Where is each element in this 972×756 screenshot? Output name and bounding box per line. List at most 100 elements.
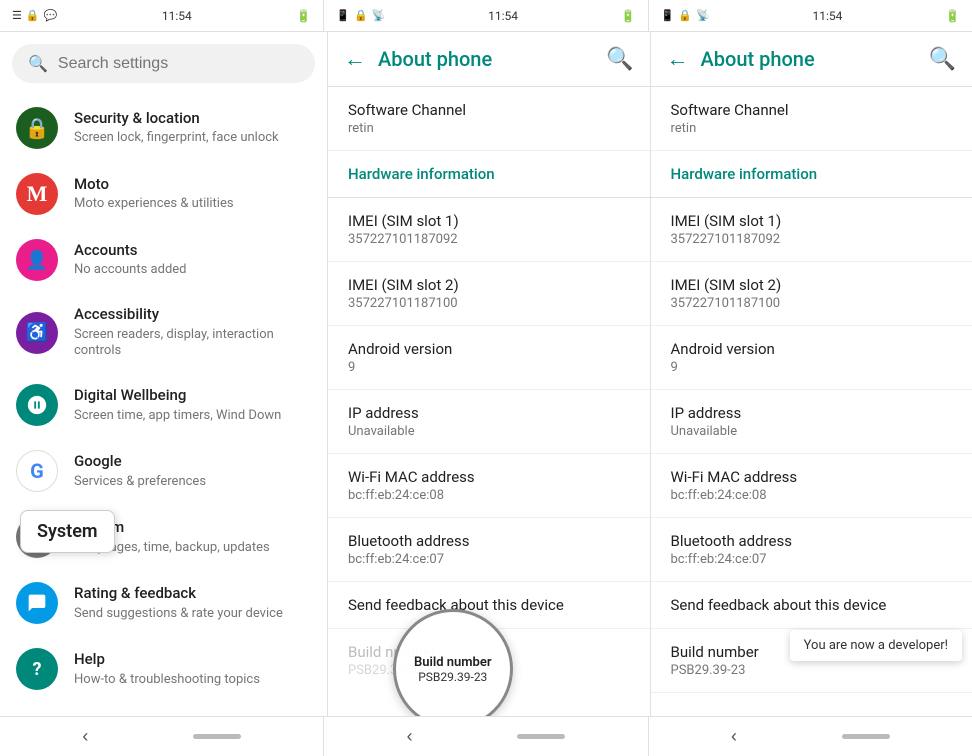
panel1-wifi-mac-value: bc:ff:eb:24:ce:08 (348, 488, 630, 503)
google-item-title: Google (74, 452, 311, 472)
rating-item-icon (16, 582, 58, 624)
panel2-android-label: Android version (671, 340, 953, 358)
nav-back-mid[interactable]: ‹ (407, 726, 413, 747)
nav-section-mid: ‹ (323, 717, 648, 756)
panel2-ip[interactable]: IP address Unavailable (651, 390, 972, 454)
battery-icon-mid: 🔋 (621, 9, 636, 23)
panel2-imei1[interactable]: IMEI (SIM slot 1) 357227101187092 (651, 198, 972, 262)
panel2-imei1-label: IMEI (SIM slot 1) (671, 212, 953, 230)
security-item-icon: 🔒 (16, 107, 58, 149)
security-item-title: Security & location (74, 109, 311, 129)
panel1-send-feedback-label: Send feedback about this device (348, 596, 630, 614)
panel2-wifi-mac-label: Wi-Fi MAC address (671, 468, 953, 486)
search-input[interactable] (58, 55, 299, 73)
panel1-bluetooth[interactable]: Bluetooth address bc:ff:eb:24:ce:07 (328, 518, 650, 582)
status-section-middle: 📱 🔒 📡 11:54 🔋 (323, 0, 648, 31)
panel1-software-channel-value: retin (348, 121, 630, 136)
about-phone-panel-2: ← About phone 🔍 Software Channel retin H… (651, 32, 972, 716)
status-bar: ☰ 🔒 💬 11:54 🔋 📱 🔒 📡 11:54 🔋 📱 🔒 📡 11:54 … (0, 0, 972, 32)
panel1-imei1-label: IMEI (SIM slot 1) (348, 212, 630, 230)
moto-item-icon: M (16, 173, 58, 215)
accounts-item-title: Accounts (74, 241, 311, 261)
search-icon: 🔍 (28, 54, 48, 73)
panel2-back-button[interactable]: ← (667, 46, 689, 72)
settings-item-rating[interactable]: Rating & feedback Send suggestions & rat… (0, 570, 327, 636)
google-item-subtitle: Services & preferences (74, 474, 311, 491)
settings-item-moto[interactable]: M Moto Moto experiences & utilities (0, 161, 327, 227)
accounts-item-subtitle: No accounts added (74, 262, 311, 279)
panel1-imei1-value: 357227101187092 (348, 232, 630, 247)
settings-item-accounts[interactable]: 👤 Accounts No accounts added (0, 227, 327, 293)
settings-item-google[interactable]: G Google Services & preferences (0, 438, 327, 504)
panel2-imei2-value: 357227101187100 (671, 296, 953, 311)
panel2-software-channel[interactable]: Software Channel retin (651, 87, 972, 151)
nav-back-right[interactable]: ‹ (731, 726, 737, 747)
time-left: 11:54 (162, 9, 192, 23)
status-section-right: 📱 🔒 📡 11:54 🔋 (649, 0, 972, 31)
nav-pill-right (842, 734, 890, 739)
panel2-bluetooth[interactable]: Bluetooth address bc:ff:eb:24:ce:07 (651, 518, 972, 582)
help-item-title: Help (74, 650, 311, 670)
moto-item-subtitle: Moto experiences & utilities (74, 196, 311, 213)
nav-back-left[interactable]: ‹ (82, 726, 88, 747)
panel1-android-label: Android version (348, 340, 630, 358)
panel2-search-button[interactable]: 🔍 (929, 47, 956, 72)
search-bar[interactable]: 🔍 (12, 44, 315, 83)
help-item-icon: ? (16, 648, 58, 690)
build-circle-label: Build number (414, 655, 492, 670)
settings-item-system[interactable]: System ℹ System Languages, time, backup,… (0, 504, 327, 570)
panel1-build-number[interactable]: Build number PSB29.39-23 Build number PS… (328, 629, 650, 716)
panel2-android[interactable]: Android version 9 (651, 326, 972, 390)
panel2-wifi-mac[interactable]: Wi-Fi MAC address bc:ff:eb:24:ce:08 (651, 454, 972, 518)
panel2-hardware-section: Hardware information (651, 151, 972, 198)
panel2-send-feedback-label: Send feedback about this device (671, 596, 953, 614)
panel2-title: About phone (701, 47, 917, 71)
developer-toast: You are now a developer! (790, 630, 962, 661)
panel1-imei2[interactable]: IMEI (SIM slot 2) 357227101187100 (328, 262, 650, 326)
panel1-android[interactable]: Android version 9 (328, 326, 650, 390)
panel1-imei2-label: IMEI (SIM slot 2) (348, 276, 630, 294)
panel2-header: ← About phone 🔍 (651, 32, 972, 87)
settings-item-digital-wellbeing[interactable]: Digital Wellbeing Screen time, app timer… (0, 372, 327, 438)
panel2-hardware-label: Hardware information (671, 165, 953, 183)
rating-item-title: Rating & feedback (74, 584, 311, 604)
panel2-software-channel-label: Software Channel (671, 101, 953, 119)
panel2-software-channel-value: retin (671, 121, 953, 136)
panel2-imei2[interactable]: IMEI (SIM slot 2) 357227101187100 (651, 262, 972, 326)
panel1-search-button[interactable]: 🔍 (606, 47, 633, 72)
panel1-imei1[interactable]: IMEI (SIM slot 1) 357227101187092 (328, 198, 650, 262)
moto-item-title: Moto (74, 175, 311, 195)
panel1-hardware-label: Hardware information (348, 165, 630, 183)
panel1-ip-label: IP address (348, 404, 630, 422)
battery-icon-left: 🔋 (296, 9, 311, 23)
panel2-build-value: PSB29.39-23 (671, 663, 953, 678)
panel1-back-button[interactable]: ← (344, 46, 366, 72)
panel1-wifi-mac[interactable]: Wi-Fi MAC address bc:ff:eb:24:ce:08 (328, 454, 650, 518)
panel1-header: ← About phone 🔍 (328, 32, 650, 87)
panel2-wifi-mac-value: bc:ff:eb:24:ce:08 (671, 488, 953, 503)
panel1-software-channel[interactable]: Software Channel retin (328, 87, 650, 151)
panel2-ip-value: Unavailable (671, 424, 953, 439)
settings-item-security[interactable]: 🔒 Security & location Screen lock, finge… (0, 95, 327, 161)
panel1-ip-value: Unavailable (348, 424, 630, 439)
panel2-imei1-value: 357227101187092 (671, 232, 953, 247)
accessibility-item-icon: ♿ (16, 312, 58, 354)
settings-item-accessibility[interactable]: ♿ Accessibility Screen readers, display,… (0, 293, 327, 372)
security-icon-mid: 🔒 (354, 9, 368, 22)
panel1-bluetooth-value: bc:ff:eb:24:ce:07 (348, 552, 630, 567)
panel2-bluetooth-label: Bluetooth address (671, 532, 953, 550)
about-phone-panel-1: ← About phone 🔍 Software Channel retin H… (328, 32, 651, 716)
panel2-bluetooth-value: bc:ff:eb:24:ce:07 (671, 552, 953, 567)
panel1-android-value: 9 (348, 360, 630, 375)
wifi-icon-right: 📡 (696, 9, 710, 22)
panel1-bluetooth-label: Bluetooth address (348, 532, 630, 550)
time-right: 11:54 (812, 9, 842, 23)
settings-item-help[interactable]: ? Help How-to & troubleshooting topics (0, 636, 327, 702)
nav-pill-left (193, 734, 241, 739)
panel1-hardware-section: Hardware information (328, 151, 650, 198)
panel1-content: Software Channel retin Hardware informat… (328, 87, 650, 716)
nav-section-left: ‹ (0, 717, 323, 756)
panel1-ip[interactable]: IP address Unavailable (328, 390, 650, 454)
panel2-send-feedback[interactable]: Send feedback about this device (651, 582, 972, 629)
signal-icon-right: 📱 (661, 9, 675, 22)
